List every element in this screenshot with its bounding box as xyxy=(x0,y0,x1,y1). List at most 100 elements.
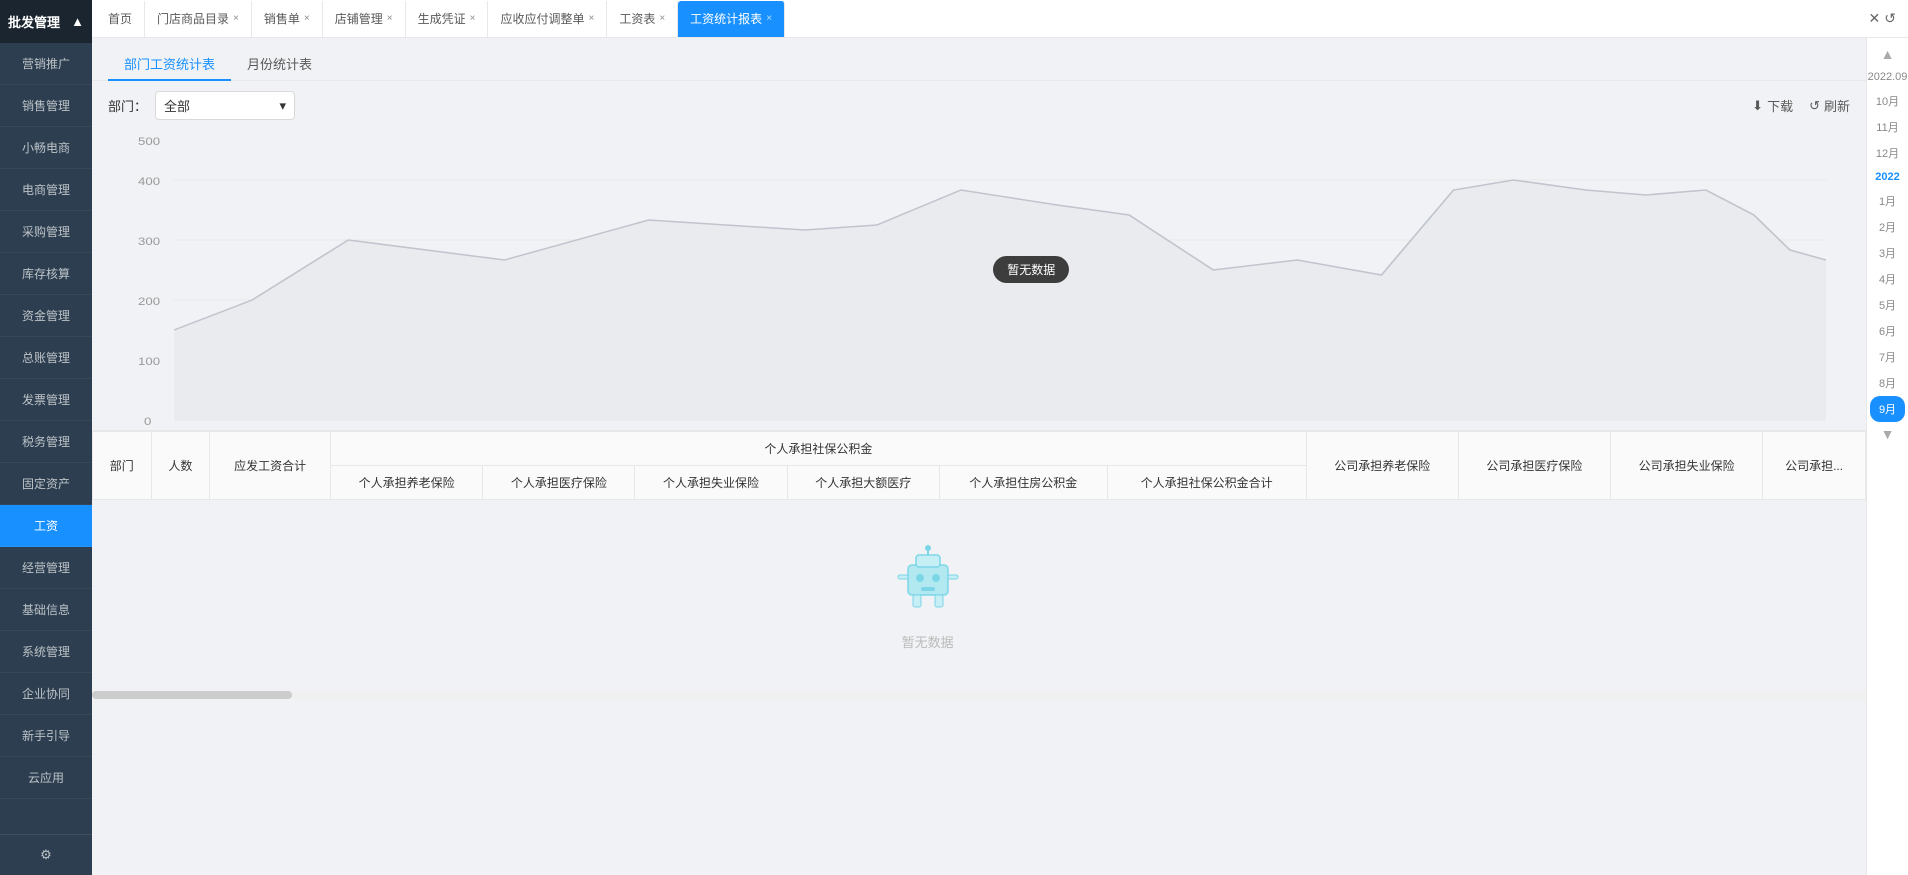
sidebar-item-15[interactable]: 企业协同 xyxy=(0,673,92,715)
th-personal-major-medical: 个人承担大额医疗 xyxy=(787,466,939,500)
timeline-item-3[interactable]: 12月 xyxy=(1866,140,1908,166)
timeline-item-12[interactable]: 8月 xyxy=(1866,370,1908,396)
sidebar: 批发管理 ▲ 营销推广销售管理小畅电商电商管理采购管理库存核算资金管理总账管理发… xyxy=(0,0,92,875)
timeline-item-8[interactable]: 4月 xyxy=(1866,266,1908,292)
refresh-icon: ↺ xyxy=(1809,98,1820,114)
sidebar-item-1[interactable]: 销售管理 xyxy=(0,85,92,127)
sidebar-item-10[interactable]: 固定资产 xyxy=(0,463,92,505)
timeline-item-13[interactable]: 9月 xyxy=(1870,396,1906,422)
tab-label-4: 生成凭证 xyxy=(418,10,466,27)
tab-item-2[interactable]: 销售单 × xyxy=(252,1,323,37)
tab-item-7[interactable]: 工资统计报表× xyxy=(678,1,785,37)
timeline-scroll-down[interactable]: ▼ xyxy=(1877,422,1899,446)
sidebar-item-14[interactable]: 系统管理 xyxy=(0,631,92,673)
sub-tab-bar: 部门工资统计表月份统计表 xyxy=(92,38,1866,81)
content-inner: 部门工资统计表月份统计表 部门： 全部 ▾ ⬇ 下载 ↺ xyxy=(92,38,1866,875)
th-personal-total: 个人承担社保公积金合计 xyxy=(1107,466,1306,500)
sidebar-title: 批发管理 xyxy=(8,12,60,31)
th-personal-housing: 个人承担住房公积金 xyxy=(939,466,1107,500)
tab-close-1[interactable]: × xyxy=(233,13,239,24)
table-wrapper[interactable]: 部门 人数 应发工资合计 个人承担社保公积金 公司承担养老保险 公司承担医疗保险… xyxy=(92,430,1866,875)
tab-bar: 首页门店商品目录×销售单×店铺管理×生成凭证×应收应付调整单×工资表×工资统计报… xyxy=(92,0,1908,38)
timeline-item-5[interactable]: 1月 xyxy=(1866,188,1908,214)
sidebar-collapse-icon[interactable]: ▲ xyxy=(71,14,84,29)
th-company-unemployment: 公司承担失业保险 xyxy=(1610,432,1762,500)
tab-bar-refresh-icon[interactable]: ↺ xyxy=(1884,10,1896,27)
chevron-down-icon: ▾ xyxy=(279,98,286,114)
toolbar-right: ⬇ 下载 ↺ 刷新 xyxy=(1752,96,1850,115)
th-personal-group: 个人承担社保公积金 xyxy=(331,432,1307,466)
sidebar-item-6[interactable]: 资金管理 xyxy=(0,295,92,337)
tab-item-1[interactable]: 门店商品目录 × xyxy=(145,1,252,37)
tab-close-4[interactable]: × xyxy=(470,13,476,24)
svg-text:500: 500 xyxy=(138,135,160,148)
sidebar-item-0[interactable]: 营销推广 xyxy=(0,43,92,85)
empty-text: 暂无数据 xyxy=(902,632,954,651)
th-company-medical: 公司承担医疗保险 xyxy=(1458,432,1610,500)
tab-item-0[interactable]: 首页 xyxy=(96,1,145,37)
svg-text:300: 300 xyxy=(138,235,160,248)
timeline-item-7[interactable]: 3月 xyxy=(1866,240,1908,266)
tab-close-6[interactable]: × xyxy=(659,13,665,24)
tab-label-0: 首页 xyxy=(108,10,132,27)
sidebar-item-11[interactable]: 工资 xyxy=(0,505,92,547)
data-table: 部门 人数 应发工资合计 个人承担社保公积金 公司承担养老保险 公司承担医疗保险… xyxy=(92,431,1866,691)
toolbar-left: 部门： 全部 ▾ xyxy=(108,91,295,120)
dept-label: 部门： xyxy=(108,96,147,115)
th-personal-pension: 个人承担养老保险 xyxy=(331,466,483,500)
timeline-item-9[interactable]: 5月 xyxy=(1866,292,1908,318)
tab-close-7[interactable]: × xyxy=(766,13,772,24)
toolbar: 部门： 全部 ▾ ⬇ 下载 ↺ 刷新 xyxy=(92,81,1866,130)
sidebar-item-13[interactable]: 基础信息 xyxy=(0,589,92,631)
sidebar-footer-settings[interactable]: ⚙ xyxy=(0,834,92,875)
th-company-more: 公司承担... xyxy=(1763,432,1866,500)
tab-label-1: 门店商品目录 xyxy=(157,10,229,27)
tab-bar-close-icon[interactable]: ✕ xyxy=(1869,10,1881,27)
tab-item-6[interactable]: 工资表 × xyxy=(607,1,678,37)
tab-close-5[interactable]: × xyxy=(588,13,594,24)
timeline-item-6[interactable]: 2月 xyxy=(1866,214,1908,240)
timeline-item-10[interactable]: 6月 xyxy=(1866,318,1908,344)
svg-text:100: 100 xyxy=(138,355,160,368)
timeline-item-4[interactable]: 2022 xyxy=(1866,166,1908,188)
sidebar-header[interactable]: 批发管理 ▲ xyxy=(0,0,92,43)
chart-container: 0 100 200 300 400 500 xyxy=(108,130,1850,430)
timeline-item-0[interactable]: 2022.09 xyxy=(1866,66,1908,88)
timeline-item-1[interactable]: 10月 xyxy=(1866,88,1908,114)
sidebar-item-2[interactable]: 小畅电商 xyxy=(0,127,92,169)
tab-item-4[interactable]: 生成凭证 × xyxy=(406,1,489,37)
tab-label-6: 工资表 xyxy=(619,10,655,27)
sidebar-item-16[interactable]: 新手引导 xyxy=(0,715,92,757)
refresh-button[interactable]: ↺ 刷新 xyxy=(1809,96,1850,115)
svg-text:200: 200 xyxy=(138,295,160,308)
sidebar-item-7[interactable]: 总账管理 xyxy=(0,337,92,379)
tab-label-2: 销售单 xyxy=(264,10,300,27)
tab-close-3[interactable]: × xyxy=(387,13,393,24)
timeline-item-2[interactable]: 11月 xyxy=(1866,114,1908,140)
svg-text:400: 400 xyxy=(138,175,160,188)
sidebar-item-4[interactable]: 采购管理 xyxy=(0,211,92,253)
sidebar-item-12[interactable]: 经营管理 xyxy=(0,547,92,589)
th-dept: 部门 xyxy=(93,432,152,500)
tab-label-5: 应收应付调整单 xyxy=(500,10,584,27)
chart-svg: 0 100 200 300 400 500 xyxy=(108,130,1850,430)
sidebar-item-5[interactable]: 库存核算 xyxy=(0,253,92,295)
tab-item-5[interactable]: 应收应付调整单 × xyxy=(488,1,607,37)
th-personal-medical: 个人承担医疗保险 xyxy=(483,466,635,500)
sidebar-item-9[interactable]: 税务管理 xyxy=(0,421,92,463)
tab-item-3[interactable]: 店铺管理× xyxy=(323,1,406,37)
sub-tab-0[interactable]: 部门工资统计表 xyxy=(108,48,231,81)
main-area: 首页门店商品目录×销售单×店铺管理×生成凭证×应收应付调整单×工资表×工资统计报… xyxy=(92,0,1908,875)
sub-tab-1[interactable]: 月份统计表 xyxy=(231,48,328,81)
tab-close-2[interactable]: × xyxy=(304,13,310,24)
th-company-pension: 公司承担养老保险 xyxy=(1306,432,1458,500)
sidebar-item-3[interactable]: 电商管理 xyxy=(0,169,92,211)
sidebar-item-8[interactable]: 发票管理 xyxy=(0,379,92,421)
timeline-scroll-up[interactable]: ▲ xyxy=(1877,42,1899,66)
timeline-item-11[interactable]: 7月 xyxy=(1866,344,1908,370)
th-personal-unemployment: 个人承担失业保险 xyxy=(635,466,787,500)
dept-select[interactable]: 全部 ▾ xyxy=(155,91,295,120)
empty-state: 暂无数据 xyxy=(93,500,1763,691)
sidebar-item-17[interactable]: 云应用 xyxy=(0,757,92,799)
download-button[interactable]: ⬇ 下载 xyxy=(1752,96,1793,115)
